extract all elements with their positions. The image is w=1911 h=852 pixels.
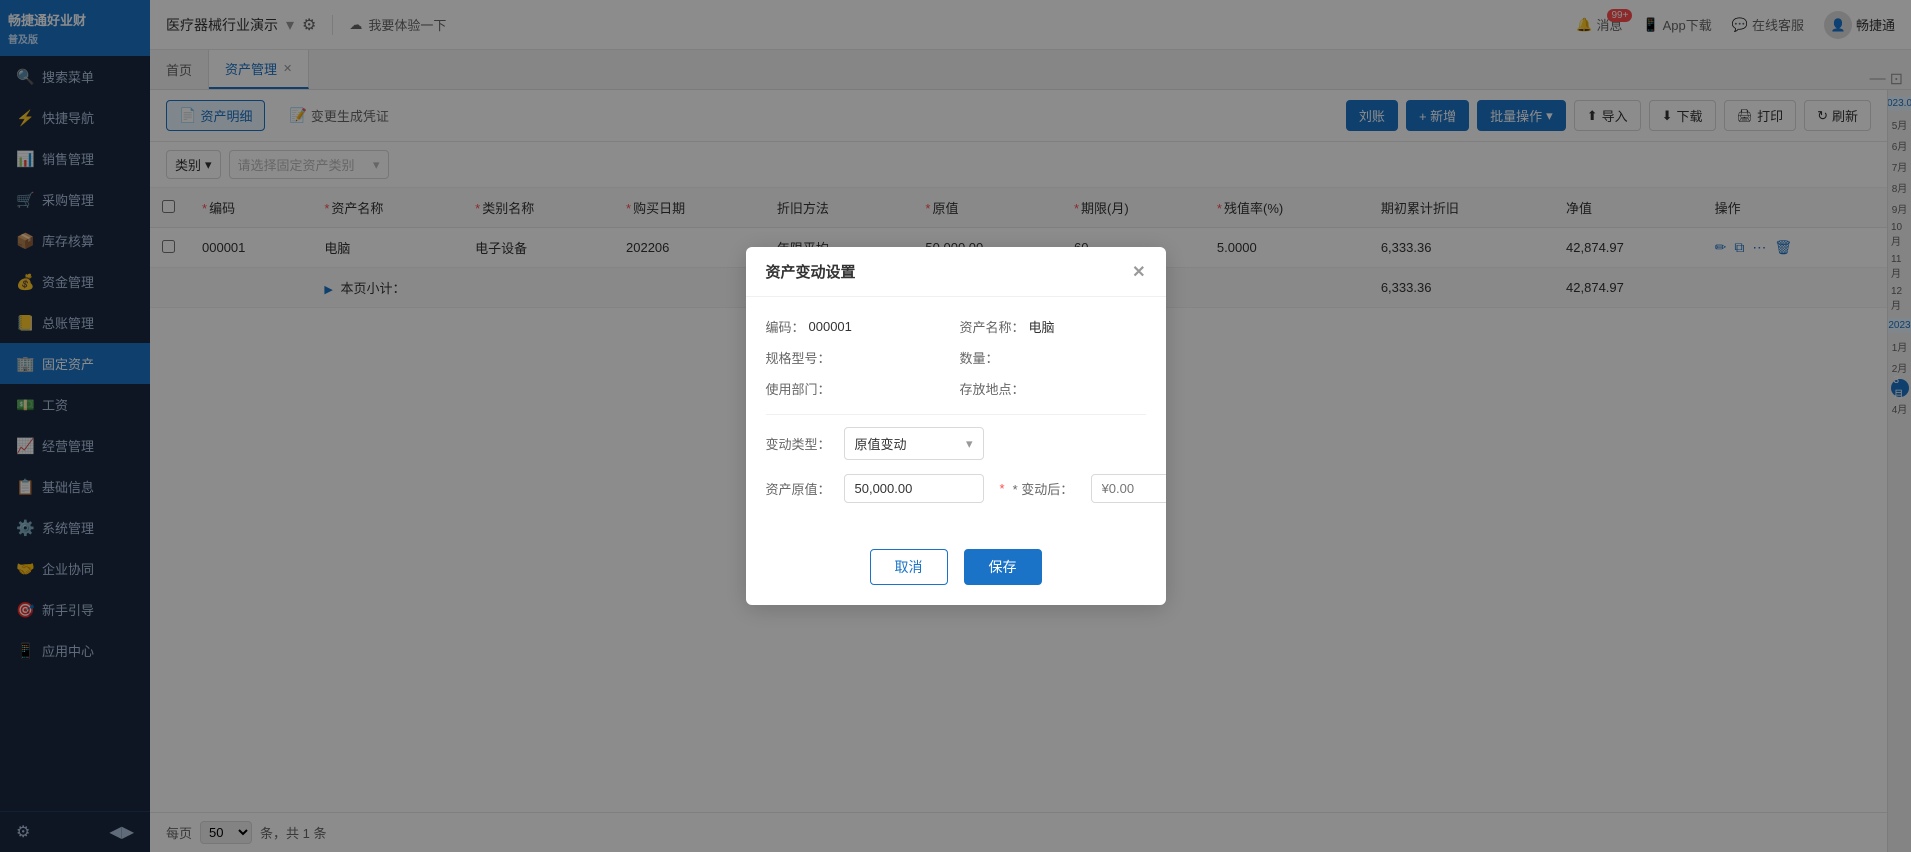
dialog-location-label: 存放地点： xyxy=(960,379,1025,398)
dialog-department-label: 使用部门： xyxy=(766,379,831,398)
after-change-input[interactable] xyxy=(1091,474,1166,503)
modal-overlay: 资产变动设置 ✕ 编码： 000001 资产名称： 电脑 规格型号： 数量： xyxy=(0,0,1911,852)
save-button[interactable]: 保存 xyxy=(964,549,1042,585)
required-marker: * xyxy=(1000,481,1005,496)
original-value-label: 资产原值： xyxy=(766,479,836,498)
dialog-close-icon[interactable]: ✕ xyxy=(1132,262,1145,282)
dialog-footer: 取消 保存 xyxy=(746,537,1166,605)
dialog-header: 资产变动设置 ✕ xyxy=(746,247,1166,297)
dialog-asset-name-label: 资产名称： xyxy=(960,317,1025,336)
change-type-value: 原值变动 xyxy=(855,434,907,453)
dialog-code-field: 编码： 000001 xyxy=(766,317,952,336)
dialog-divider xyxy=(766,414,1146,415)
after-change-label: * 变动后： xyxy=(1013,479,1083,498)
change-type-row: 变动类型： 原值变动 ▾ xyxy=(766,427,1146,460)
dialog-spec-label: 规格型号： xyxy=(766,348,831,367)
cancel-label: 取消 xyxy=(895,559,923,575)
original-value-row: 资产原值： * * 变动后： xyxy=(766,474,1146,503)
dialog-asset-name-value: 电脑 xyxy=(1029,317,1055,336)
dialog-department-field: 使用部门： xyxy=(766,379,952,398)
save-label: 保存 xyxy=(989,559,1017,575)
change-type-select[interactable]: 原值变动 ▾ xyxy=(844,427,984,460)
dialog-quantity-label: 数量： xyxy=(960,348,999,367)
dialog-location-field: 存放地点： xyxy=(960,379,1146,398)
dialog-code-label: 编码： xyxy=(766,317,805,336)
dialog-asset-name-field: 资产名称： 电脑 xyxy=(960,317,1146,336)
asset-change-dialog: 资产变动设置 ✕ 编码： 000001 资产名称： 电脑 规格型号： 数量： xyxy=(746,247,1166,605)
dialog-info-grid: 编码： 000001 资产名称： 电脑 规格型号： 数量： 使用部门： xyxy=(766,317,1146,398)
dialog-spec-field: 规格型号： xyxy=(766,348,952,367)
original-value-input[interactable] xyxy=(844,474,984,503)
dialog-body: 编码： 000001 资产名称： 电脑 规格型号： 数量： 使用部门： xyxy=(746,297,1166,537)
change-type-label: 变动类型： xyxy=(766,434,836,453)
dialog-title: 资产变动设置 xyxy=(766,261,856,282)
dialog-code-value: 000001 xyxy=(809,319,852,334)
dialog-quantity-field: 数量： xyxy=(960,348,1146,367)
change-type-arrow: ▾ xyxy=(966,436,973,452)
cancel-button[interactable]: 取消 xyxy=(870,549,948,585)
